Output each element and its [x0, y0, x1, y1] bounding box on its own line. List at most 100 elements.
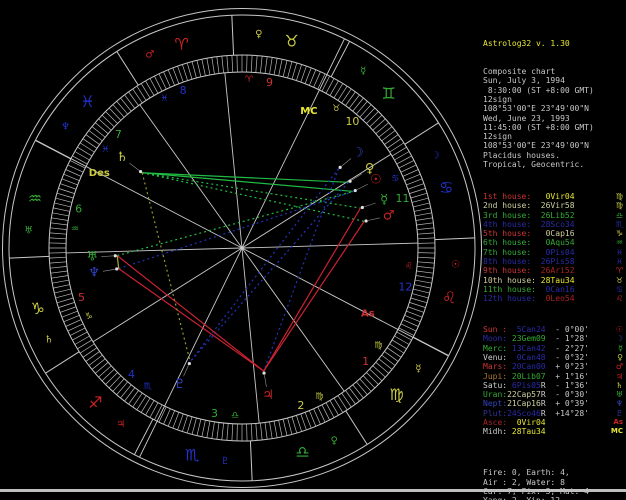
degree-tick	[255, 55, 258, 73]
sign-boundary-line	[249, 440, 253, 481]
degree-tick	[391, 146, 407, 157]
degree-tick	[61, 310, 78, 318]
zodiac-sign-icon: ♏	[185, 446, 199, 465]
header-line: 12sign	[483, 132, 512, 142]
degree-tick	[59, 306, 77, 313]
degree-tick	[124, 94, 136, 109]
degree-tick	[101, 368, 115, 382]
sign-boundary-line	[9, 255, 50, 259]
planet-row: Mars: 20Can00 + 0°23' ♂	[483, 362, 623, 372]
degree-tick	[54, 202, 71, 208]
degree-tick	[91, 358, 106, 370]
degree-tick	[304, 67, 312, 84]
degree-tick	[413, 288, 430, 294]
degree-tick	[105, 372, 118, 385]
house-sign-icon: ♒	[615, 238, 623, 248]
degree-tick	[414, 284, 431, 289]
degree-tick	[206, 58, 211, 76]
house-number: 9	[266, 76, 273, 89]
degree-tick	[191, 61, 197, 79]
zodiac-sign-icon: ♈	[174, 34, 188, 53]
degree-tick	[140, 397, 151, 413]
house-row: 5th house: 0Cap16 ♑	[483, 229, 623, 239]
moon-position-dot	[338, 165, 342, 169]
degree-tick	[384, 351, 399, 362]
degree-tick	[359, 104, 372, 118]
sign-boundary-line	[434, 237, 475, 241]
degree-tick	[55, 293, 73, 299]
degree-tick	[206, 420, 211, 438]
planet-pointer	[341, 158, 352, 167]
house-row: 6th house: 0Aqu54 ♒	[483, 238, 623, 248]
element-statistics: Fire: 0, Earth: 4,Air : 2, Water: 8Car: …	[483, 468, 626, 500]
house-number: 1	[362, 355, 369, 368]
degree-tick	[378, 126, 393, 138]
degree-tick	[415, 217, 433, 221]
degree-tick	[417, 237, 435, 240]
degree-tick	[282, 60, 288, 77]
house-cusp-sign-icon: ♎	[231, 411, 239, 421]
degree-tick	[250, 55, 253, 73]
house-cusp-sign-icon: ♍	[375, 341, 383, 351]
degree-tick	[417, 232, 435, 235]
degree-tick	[309, 69, 317, 86]
planet-pointer	[101, 255, 114, 257]
degree-tick	[132, 392, 143, 408]
degree-tick	[221, 56, 224, 74]
aspect-line	[118, 190, 354, 270]
header-line: Placidus houses.	[483, 150, 561, 160]
sign-boundary-line	[231, 15, 235, 56]
mars-icon: ♂	[383, 209, 395, 224]
degree-tick	[410, 192, 428, 199]
house-cusp-line	[241, 247, 260, 424]
degree-tick	[167, 69, 175, 86]
zodiac-sign-icon: ♉	[285, 31, 299, 50]
planet-position-list: Sun : 5Can24 - 0°00' ☉ Moon: 23Gem09 - 1°2…	[483, 325, 626, 437]
degree-tick	[53, 284, 70, 289]
zodiac-sign-icon: ♐	[88, 393, 102, 412]
degree-tick	[128, 91, 139, 106]
degree-tick	[278, 420, 283, 437]
sign-ruler-icon: ♄	[44, 335, 53, 346]
degree-tick	[404, 315, 421, 323]
house-sign-icon: ♓	[615, 247, 623, 257]
header-line: Sun, July 3, 1994	[483, 76, 565, 86]
degree-tick	[282, 419, 288, 436]
degree-tick	[112, 104, 125, 118]
degree-tick	[49, 256, 67, 259]
degree-tick	[300, 413, 307, 431]
degree-tick	[85, 134, 100, 145]
house-number: 3	[211, 407, 218, 420]
degree-tick	[296, 64, 302, 81]
degree-tick	[348, 387, 360, 402]
degree-tick	[95, 122, 109, 134]
sign-ruler-icon: ♀	[255, 29, 262, 40]
degree-tick	[108, 107, 122, 121]
house-row: 10th house: 28Tau34 ♉	[483, 275, 623, 285]
house-sign-icon: ♉	[615, 275, 623, 285]
degree-tick	[359, 378, 372, 392]
degree-tick	[196, 60, 202, 77]
stats-line: Yang: 2, Yin: 12	[483, 496, 626, 500]
house-cusp-sign-icon: ♉	[332, 104, 340, 114]
degree-tick	[414, 207, 431, 212]
degree-tick	[63, 173, 80, 181]
degree-tick	[128, 390, 139, 405]
planet-row: Asce: 0Vir04 As	[483, 418, 623, 428]
degree-tick	[136, 85, 147, 101]
degree-tick	[59, 183, 77, 190]
sign-ruler-icon: ♇	[221, 456, 230, 467]
window-bottom-edge	[0, 489, 626, 492]
sign-boundary-line	[345, 410, 368, 445]
degree-tick	[375, 362, 389, 374]
house-sign-icon: ♍	[615, 201, 623, 211]
venus-position-dot	[348, 179, 352, 183]
degree-tick	[296, 415, 302, 432]
zodiac-sign-icon: ♍	[389, 385, 403, 404]
degree-tick	[51, 275, 69, 279]
house-cusp-line	[224, 72, 243, 249]
degree-tick	[136, 395, 147, 411]
degree-tick	[79, 142, 95, 153]
degree-tick	[53, 207, 70, 212]
zodiac-sign-icon: ♒	[28, 189, 42, 208]
